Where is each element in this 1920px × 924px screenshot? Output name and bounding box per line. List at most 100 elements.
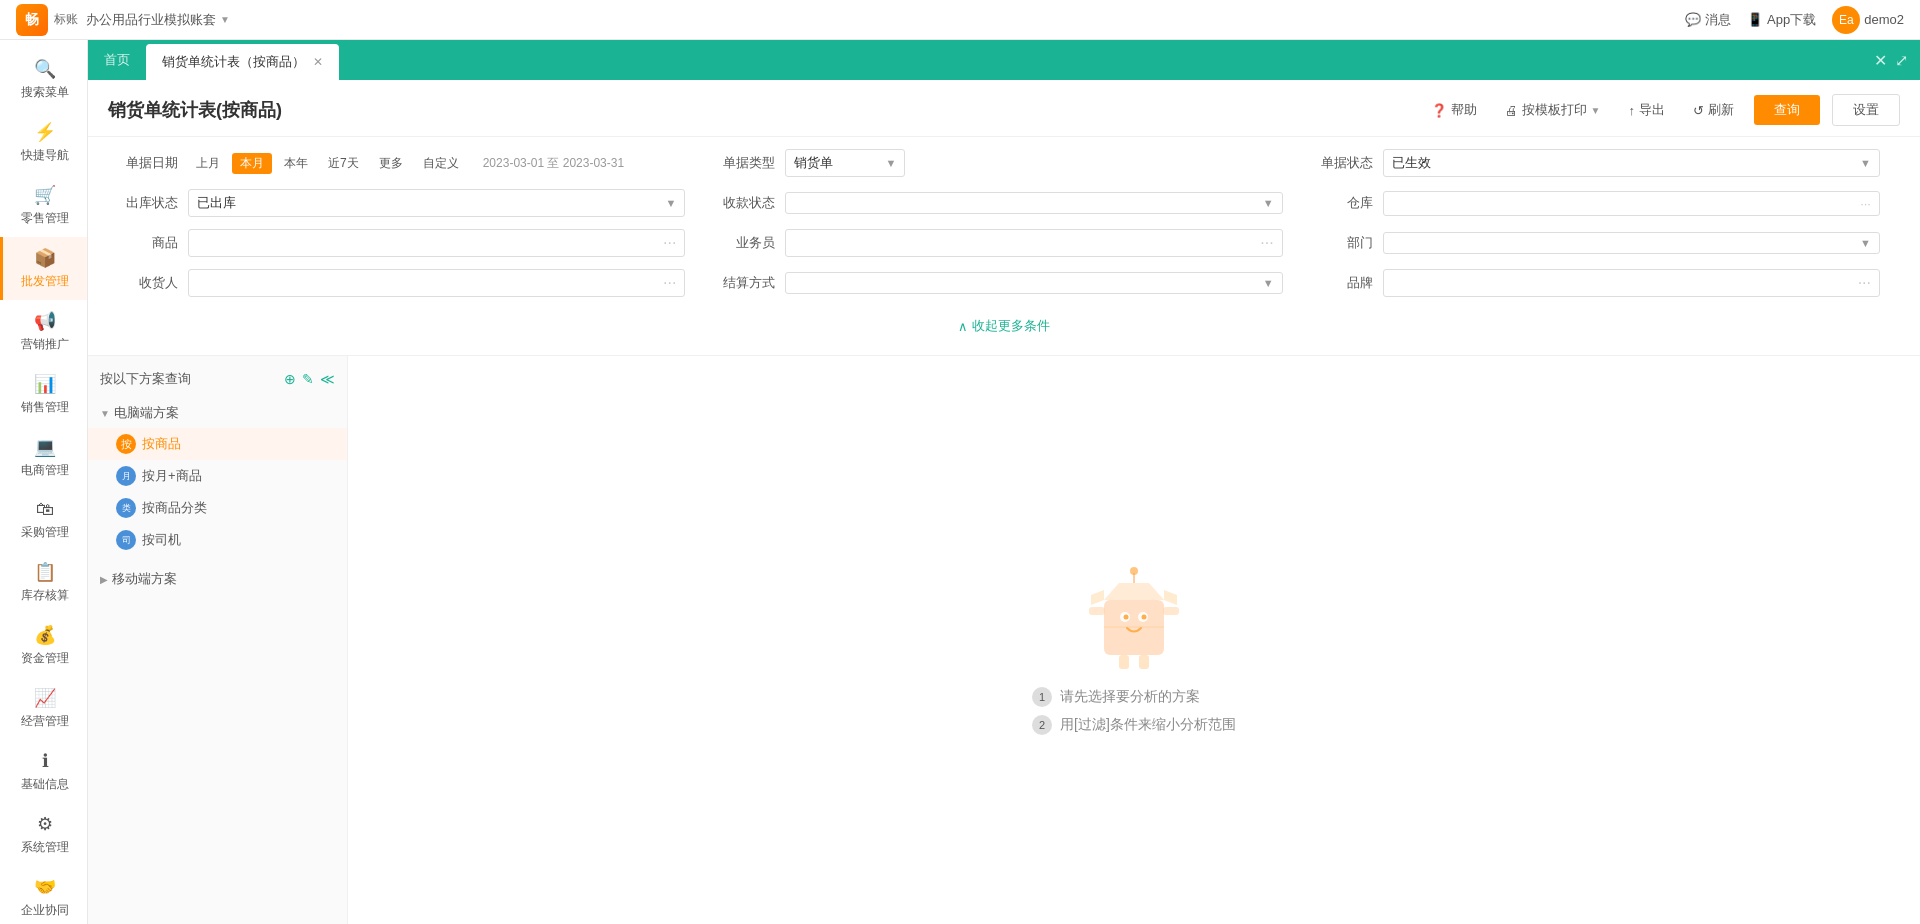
product-scheme-icon: 按 [116,434,136,454]
workspace-chevron-icon: ▼ [220,14,230,25]
collab-icon: 🤝 [34,876,56,898]
receipt-status-chevron-icon: ▼ [1263,197,1274,209]
sidebar-item-operations[interactable]: 📈 经营管理 [0,677,87,740]
sidebar-item-finance[interactable]: 💰 资金管理 [0,614,87,677]
tree-section-mobile[interactable]: ▶ 移动端方案 [88,564,347,594]
username: demo2 [1864,12,1904,27]
doc-status-select[interactable]: 已生效 ▼ [1383,149,1880,177]
edit-scheme-button[interactable]: ✎ [302,371,314,387]
empty-step-1: 1 请先选择要分析的方案 [1032,687,1236,707]
doc-type-label: 单据类型 [705,154,785,172]
wholesale-icon: 📦 [34,247,56,269]
payment-select[interactable]: ▼ [785,272,1282,294]
brand-dots-icon: ··· [1858,274,1871,292]
app-download-button[interactable]: 📱 App下载 [1747,11,1816,29]
print-chevron-icon: ▼ [1591,105,1601,116]
tree-item-by-driver[interactable]: 司 按司机 [88,524,347,556]
system-icon: ⚙ [37,813,53,835]
print-button[interactable]: 🖨 按模板打印 ▼ [1497,97,1609,123]
doc-type-select[interactable]: 销货单 ▼ [785,149,905,177]
sidebar-item-basic[interactable]: ℹ 基础信息 [0,740,87,803]
date-label: 单据日期 [108,154,188,172]
tab-close-icon[interactable]: ✕ [313,55,323,69]
message-button[interactable]: 💬 消息 [1685,11,1731,29]
svg-rect-7 [1119,655,1129,669]
svg-rect-9 [1089,607,1105,615]
basic-icon: ℹ [42,750,49,772]
sidebar-item-sales[interactable]: 📊 销售管理 [0,363,87,426]
date-shortcut-this-year[interactable]: 本年 [276,153,316,174]
collapse-button[interactable]: ∧ 收起更多条件 [108,309,1900,343]
consignee-label: 收货人 [108,274,188,292]
page-title: 销货单统计表(按商品) [108,98,282,122]
tab-home[interactable]: 首页 [88,40,146,80]
collapse-panel-button[interactable]: ≪ [320,371,335,387]
svg-rect-10 [1163,607,1179,615]
consignee-input[interactable]: ··· [188,269,685,297]
goods-input[interactable]: ··· [188,229,685,257]
sidebar-item-wholesale[interactable]: 📦 批发管理 [0,237,87,300]
warehouse-select[interactable]: ··· [1383,191,1880,216]
left-panel: 按以下方案查询 ⊕ ✎ ≪ ▼ 电脑端方案 [88,356,348,924]
step-num-2: 2 [1032,715,1052,735]
date-shortcut-custom[interactable]: 自定义 [415,153,467,174]
user-menu[interactable]: Ea demo2 [1832,6,1904,34]
doc-status-label: 单据状态 [1303,154,1383,172]
empty-state: 1 请先选择要分析的方案 2 用[过滤]条件来缩小分析范围 [1032,545,1236,735]
sidebar-item-collab[interactable]: 🤝 企业协同 [0,866,87,924]
out-status-select[interactable]: 已出库 ▼ [188,189,685,217]
category-scheme-icon: 类 [116,498,136,518]
tree-item-by-category[interactable]: 类 按商品分类 [88,492,347,524]
panel-title: 按以下方案查询 [100,370,191,388]
receipt-status-label: 收款状态 [705,194,785,212]
tree-chevron-desktop-icon: ▼ [100,408,110,419]
ecommerce-icon: 💻 [34,436,56,458]
refresh-button[interactable]: ↺ 刷新 [1685,97,1742,123]
tree-item-by-month-product[interactable]: 月 按月+商品 [88,460,347,492]
quicknav-icon: ⚡ [34,121,56,143]
search-icon: 🔍 [34,58,56,80]
payment-label: 结算方式 [705,274,785,292]
brand-input[interactable]: ··· [1383,269,1880,297]
print-icon: 🖨 [1505,103,1518,118]
empty-illustration [1069,545,1199,675]
out-status-chevron-icon: ▼ [665,197,676,209]
date-shortcut-this-month[interactable]: 本月 [232,153,272,174]
finance-icon: 💰 [34,624,56,646]
sidebar-item-purchase[interactable]: 🛍 采购管理 [0,489,87,551]
sidebar-item-search[interactable]: 🔍 搜索菜单 [0,48,87,111]
expand-icon[interactable]: ⤢ [1895,51,1908,70]
sidebar-item-quicknav[interactable]: ⚡ 快捷导航 [0,111,87,174]
sidebar-item-retail[interactable]: 🛒 零售管理 [0,174,87,237]
tree-item-by-product[interactable]: 按 按商品 [88,428,347,460]
export-button[interactable]: ↑ 导出 [1621,97,1674,123]
settings-button[interactable]: 设置 [1832,94,1900,126]
salesperson-input[interactable]: ··· [785,229,1282,257]
date-shortcut-last-month[interactable]: 上月 [188,153,228,174]
filter-area: 单据日期 上月 本月 本年 近7天 更多 自定义 2023-03-01 至 20… [88,137,1920,356]
tree-section-desktop[interactable]: ▼ 电脑端方案 [88,398,347,428]
logo-subtitle: 标账 [54,11,78,28]
tab-sales-report[interactable]: 销货单统计表（按商品） ✕ [146,44,339,80]
date-shortcut-more[interactable]: 更多 [371,153,411,174]
tree-chevron-mobile-icon: ▶ [100,574,108,585]
svg-point-3 [1124,615,1129,620]
export-icon: ↑ [1629,103,1636,118]
doc-status-chevron-icon: ▼ [1860,157,1871,169]
help-button[interactable]: ❓ 帮助 [1423,97,1485,123]
salesperson-label: 业务员 [705,234,785,252]
receipt-status-select[interactable]: ▼ [785,192,1282,214]
dept-select[interactable]: ▼ [1383,232,1880,254]
sidebar-item-inventory[interactable]: 📋 库存核算 [0,551,87,614]
query-button[interactable]: 查询 [1754,95,1820,125]
sidebar-item-system[interactable]: ⚙ 系统管理 [0,803,87,866]
empty-step-2: 2 用[过滤]条件来缩小分析范围 [1032,715,1236,735]
svg-point-6 [1130,567,1138,575]
sidebar: 🔍 搜索菜单 ⚡ 快捷导航 🛒 零售管理 📦 批发管理 📢 营销推广 📊 销售管… [0,40,88,924]
sidebar-item-ecommerce[interactable]: 💻 电商管理 [0,426,87,489]
sidebar-item-marketing[interactable]: 📢 营销推广 [0,300,87,363]
add-scheme-button[interactable]: ⊕ [284,371,296,387]
date-shortcut-7days[interactable]: 近7天 [320,153,367,174]
workspace-selector[interactable]: 办公用品行业模拟账套 ▼ [86,11,230,29]
close-window-icon[interactable]: ✕ [1874,51,1887,70]
